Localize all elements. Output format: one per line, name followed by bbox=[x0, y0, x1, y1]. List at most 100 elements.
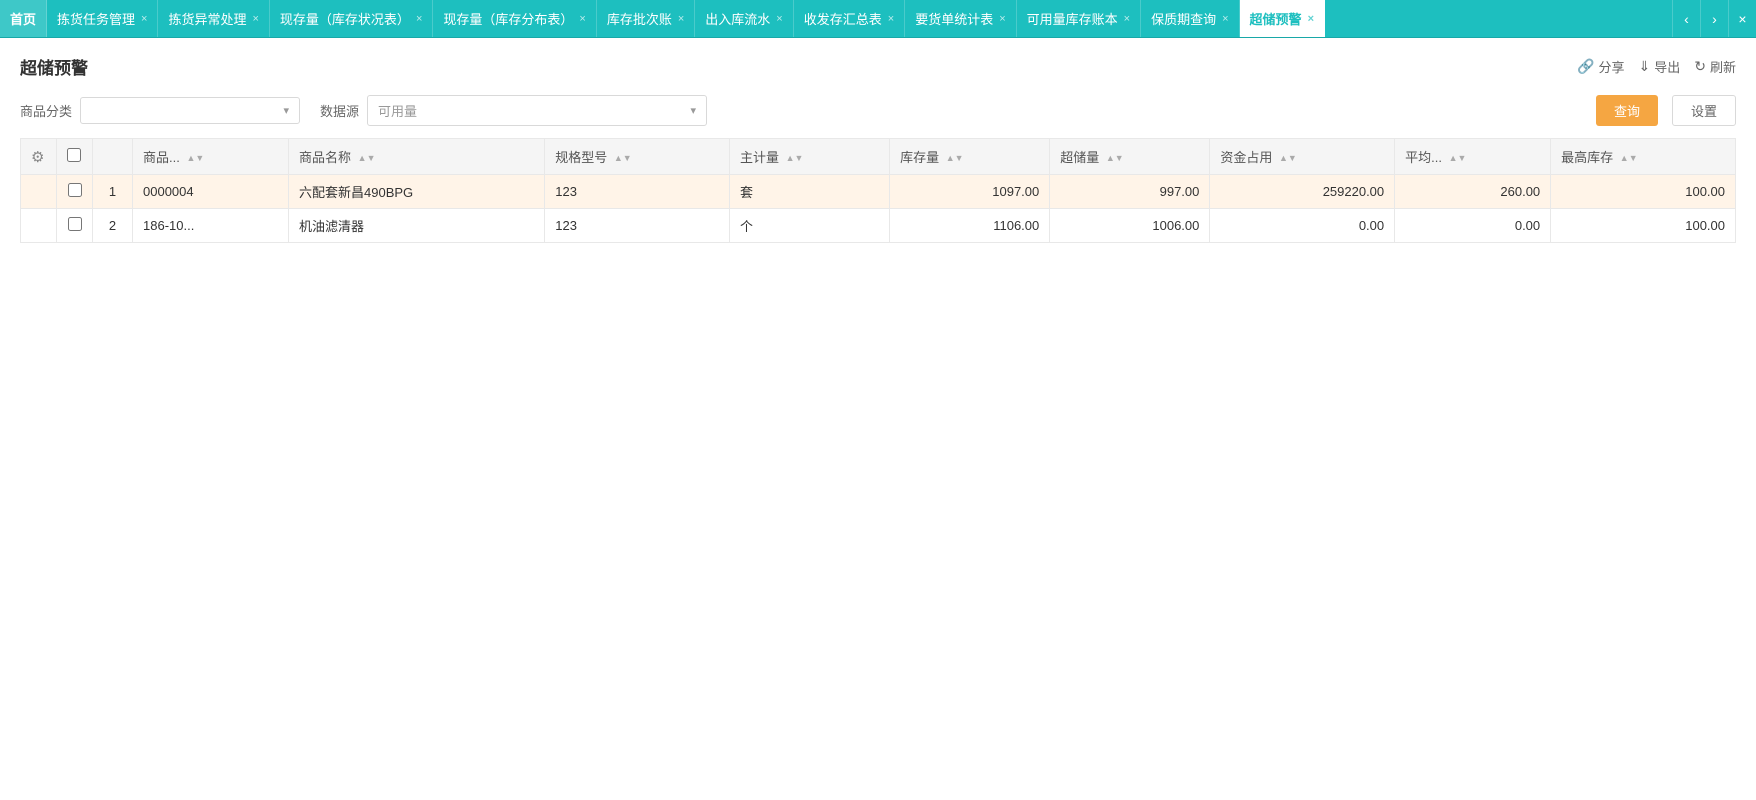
select-all-checkbox[interactable] bbox=[67, 148, 81, 162]
row-capital: 0.00 bbox=[1210, 209, 1395, 243]
row-product-name: 机油滤清器 bbox=[289, 209, 545, 243]
nav-item-collect[interactable]: 收发存汇总表 × bbox=[794, 0, 905, 38]
export-button[interactable]: ⇓ 导出 bbox=[1639, 57, 1681, 76]
sort-icon-product-name: ▲▼ bbox=[358, 154, 376, 163]
share-icon: 🔗 bbox=[1577, 58, 1594, 75]
settings-button[interactable]: 设置 bbox=[1672, 95, 1736, 126]
table-header-row: ⚙ 商品... ▲▼ 商品名称 ▲▼ 规格型号 ▲▼ bbox=[21, 139, 1736, 175]
category-value bbox=[91, 103, 95, 118]
th-checkbox bbox=[57, 139, 93, 175]
share-label: 分享 bbox=[1598, 57, 1624, 76]
th-capital[interactable]: 资金占用 ▲▼ bbox=[1210, 139, 1395, 175]
th-avg[interactable]: 平均... ▲▼ bbox=[1395, 139, 1551, 175]
th-spec[interactable]: 规格型号 ▲▼ bbox=[545, 139, 730, 175]
close-icon-collect[interactable]: × bbox=[888, 13, 894, 25]
row-overstock: 997.00 bbox=[1050, 175, 1210, 209]
th-overstock[interactable]: 超储量 ▲▼ bbox=[1050, 139, 1210, 175]
nav-label-inventory-dist: 现存量（库存分布表） bbox=[443, 9, 573, 28]
sort-icon-stock: ▲▼ bbox=[946, 154, 964, 163]
row-avg: 260.00 bbox=[1395, 175, 1551, 209]
nav-arrows: ‹ › × bbox=[1672, 0, 1756, 38]
row-spec: 123 bbox=[545, 209, 730, 243]
sort-icon-spec: ▲▼ bbox=[614, 154, 632, 163]
th-product-name[interactable]: 商品名称 ▲▼ bbox=[289, 139, 545, 175]
row-product-code: 186-10... bbox=[133, 209, 289, 243]
nav-item-abnormal[interactable]: 拣货异常处理 × bbox=[158, 0, 269, 38]
refresh-button[interactable]: ↻ 刷新 bbox=[1694, 57, 1736, 76]
nav-item-overstock[interactable]: 超储预警 × bbox=[1240, 0, 1325, 38]
nav-item-inventory-dist[interactable]: 现存量（库存分布表） × bbox=[433, 0, 596, 38]
nav-label-overstock: 超储预警 bbox=[1250, 9, 1302, 28]
nav-item-inventory-status[interactable]: 现存量（库存状况表） × bbox=[270, 0, 433, 38]
table-row: 1 0000004 六配套新昌490BPG 123 套 1097.00 997.… bbox=[21, 175, 1736, 209]
th-product-code[interactable]: 商品... ▲▼ bbox=[133, 139, 289, 175]
datasource-select[interactable]: 可用量 ▾ bbox=[367, 95, 707, 126]
close-icon-inout[interactable]: × bbox=[776, 13, 782, 25]
category-select[interactable]: ▾ bbox=[80, 97, 300, 124]
export-label: 导出 bbox=[1654, 57, 1680, 76]
th-settings[interactable]: ⚙ bbox=[21, 139, 57, 175]
datasource-label: 数据源 bbox=[320, 101, 359, 120]
close-icon-inventory-status[interactable]: × bbox=[416, 13, 422, 25]
nav-item-order-stat[interactable]: 要货单统计表 × bbox=[905, 0, 1016, 38]
close-icon-batch[interactable]: × bbox=[678, 13, 684, 25]
row-unit: 套 bbox=[730, 175, 890, 209]
nav-item-home[interactable]: 首页 bbox=[0, 0, 47, 38]
close-icon-quality[interactable]: × bbox=[1222, 13, 1228, 25]
nav-item-batch[interactable]: 库存批次账 × bbox=[597, 0, 695, 38]
row-checkbox-cell[interactable] bbox=[57, 175, 93, 209]
share-button[interactable]: 🔗 分享 bbox=[1577, 57, 1624, 76]
sort-icon-max-stock: ▲▼ bbox=[1620, 154, 1638, 163]
sort-icon-overstock: ▲▼ bbox=[1106, 154, 1124, 163]
category-label: 商品分类 bbox=[20, 101, 72, 120]
page-content: 超储预警 🔗 分享 ⇓ 导出 ↻ 刷新 商品分类 ▾ 数据源 bbox=[0, 38, 1756, 259]
th-max-stock[interactable]: 最高库存 ▲▼ bbox=[1551, 139, 1736, 175]
datasource-filter-group: 数据源 可用量 ▾ bbox=[320, 95, 707, 126]
nav-label-collect: 收发存汇总表 bbox=[804, 9, 882, 28]
nav-label-quality: 保质期查询 bbox=[1151, 9, 1216, 28]
gear-icon[interactable]: ⚙ bbox=[31, 149, 44, 166]
query-button[interactable]: 查询 bbox=[1596, 95, 1658, 126]
export-icon: ⇓ bbox=[1639, 58, 1651, 75]
row-checkbox-cell[interactable] bbox=[57, 209, 93, 243]
nav-label-abnormal: 拣货异常处理 bbox=[168, 9, 246, 28]
close-icon-order-stat[interactable]: × bbox=[999, 13, 1005, 25]
sort-icon-product-code: ▲▼ bbox=[186, 154, 204, 163]
row-max-stock: 100.00 bbox=[1551, 209, 1736, 243]
row-checkbox[interactable] bbox=[68, 183, 82, 197]
th-unit[interactable]: 主计量 ▲▼ bbox=[730, 139, 890, 175]
page-header: 超储预警 🔗 分享 ⇓ 导出 ↻ 刷新 bbox=[20, 54, 1736, 79]
row-product-code: 0000004 bbox=[133, 175, 289, 209]
filter-row: 商品分类 ▾ 数据源 可用量 ▾ 查询 设置 bbox=[20, 95, 1736, 126]
row-settings-cell bbox=[21, 175, 57, 209]
close-icon-inventory-dist[interactable]: × bbox=[579, 13, 585, 25]
nav-label-inout: 出入库流水 bbox=[705, 9, 770, 28]
close-icon-task[interactable]: × bbox=[141, 13, 147, 25]
nav-arrow-left[interactable]: ‹ bbox=[1672, 0, 1700, 38]
nav-arrow-close[interactable]: × bbox=[1728, 0, 1756, 38]
sort-icon-capital: ▲▼ bbox=[1279, 154, 1297, 163]
th-stock[interactable]: 库存量 ▲▼ bbox=[890, 139, 1050, 175]
nav-label-avail-account: 可用量库存账本 bbox=[1027, 9, 1118, 28]
nav-item-inout[interactable]: 出入库流水 × bbox=[695, 0, 793, 38]
close-icon-avail-account[interactable]: × bbox=[1124, 13, 1130, 25]
row-checkbox[interactable] bbox=[68, 217, 82, 231]
sort-icon-avg: ▲▼ bbox=[1449, 154, 1467, 163]
table-row: 2 186-10... 机油滤清器 123 个 1106.00 1006.00 … bbox=[21, 209, 1736, 243]
nav-item-quality[interactable]: 保质期查询 × bbox=[1141, 0, 1239, 38]
close-icon-abnormal[interactable]: × bbox=[252, 13, 258, 25]
close-icon-overstock[interactable]: × bbox=[1308, 13, 1314, 25]
nav-item-task[interactable]: 拣货任务管理 × bbox=[47, 0, 158, 38]
nav-label-home: 首页 bbox=[10, 9, 36, 28]
refresh-label: 刷新 bbox=[1710, 57, 1736, 76]
row-spec: 123 bbox=[545, 175, 730, 209]
row-number: 2 bbox=[93, 209, 133, 243]
top-nav: 首页 拣货任务管理 × 拣货异常处理 × 现存量（库存状况表） × 现存量（库存… bbox=[0, 0, 1756, 38]
nav-arrow-right[interactable]: › bbox=[1700, 0, 1728, 38]
th-row-num bbox=[93, 139, 133, 175]
filter-buttons: 查询 设置 bbox=[1596, 95, 1736, 126]
row-product-name: 六配套新昌490BPG bbox=[289, 175, 545, 209]
nav-item-avail-account[interactable]: 可用量库存账本 × bbox=[1017, 0, 1141, 38]
row-settings-cell bbox=[21, 209, 57, 243]
page-title: 超储预警 bbox=[20, 54, 88, 79]
